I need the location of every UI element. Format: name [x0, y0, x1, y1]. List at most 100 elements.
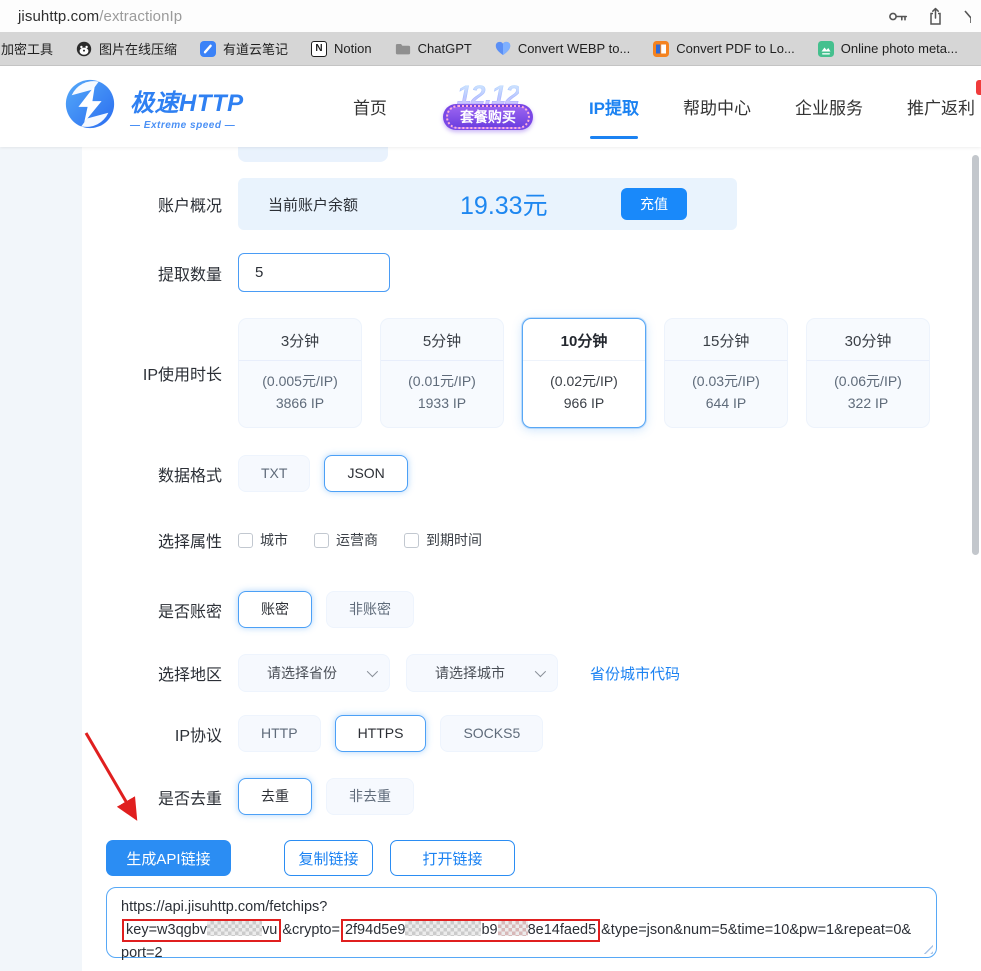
open-link-button[interactable]: 打开链接 [390, 840, 515, 876]
heart-icon [495, 41, 511, 57]
generate-api-link-button[interactable]: 生成API链接 [106, 840, 231, 876]
pixelated-redaction [207, 921, 263, 936]
bookmark-label: Convert PDF to Lo... [676, 41, 795, 56]
quantity-row: 提取数量 [95, 253, 981, 292]
auth-option-no-credentials[interactable]: 非账密 [326, 591, 414, 628]
format-option-json[interactable]: JSON [324, 455, 408, 492]
youdao-note-icon [200, 40, 217, 57]
bookmark-youdao-note[interactable]: 有道云笔记 [200, 39, 288, 58]
format-row: 数据格式 TXT JSON [95, 455, 981, 492]
bookmark-photo-meta[interactable]: Online photo meta... [817, 40, 958, 57]
duration-count: 644 IP [705, 395, 747, 411]
api-url-tail: &type=json&num=5&time=10&pw=1&repeat=0& [601, 922, 912, 938]
bookmark-label: Online photo meta... [840, 41, 958, 56]
protocol-option-http[interactable]: HTTP [238, 715, 321, 752]
protocol-option-socks5[interactable]: SOCKS5 [440, 715, 544, 752]
nav-help-center[interactable]: 帮助中心 [683, 94, 751, 119]
dedup-label: 是否去重 [157, 790, 222, 808]
bookmark-convert-pdf[interactable]: Convert PDF to Lo... [653, 40, 795, 57]
attribute-expiry[interactable]: 到期时间 [404, 530, 482, 550]
nav-referral[interactable]: 推广返利 [907, 94, 975, 119]
pixelated-redaction [497, 921, 528, 936]
duration-price: (0.06元/IP) [834, 373, 902, 389]
api-url-key-prefix: key=w3qgbv [126, 922, 208, 938]
password-key-icon[interactable] [888, 10, 908, 23]
auth-option-credentials[interactable]: 账密 [238, 591, 312, 628]
duration-label: IP使用时长 [142, 367, 222, 384]
duration-price: (0.005元/IP) [262, 373, 338, 389]
dedup-option-yes[interactable]: 去重 [238, 778, 312, 815]
address-bar[interactable]: jisuhttp.com/extractionIp [18, 8, 182, 25]
duration-option-3min[interactable]: 3分钟 (0.005元/IP) 3866 IP [238, 318, 362, 428]
promo-date: 12.12 [456, 80, 521, 110]
folder-icon [395, 41, 411, 57]
api-url-crypto-p1: 2f94d5e9 [344, 922, 406, 938]
checkbox-icon[interactable] [314, 532, 329, 548]
auth-row: 是否账密 账密 非账密 [95, 591, 981, 628]
api-url-line1: https://api.jisuhttp.com/fetchips? [121, 899, 328, 915]
pixelated-redaction [405, 921, 482, 936]
dedup-row: 是否去重 去重 非去重 [95, 778, 981, 815]
actions-row: 生成API链接 复制链接 打开链接 [106, 840, 981, 876]
city-placeholder: 请选择城市 [435, 665, 505, 681]
duration-option-30min[interactable]: 30分钟 (0.06元/IP) 322 IP [806, 318, 930, 428]
divider [665, 360, 787, 361]
pdf-converter-icon [653, 40, 670, 57]
photo-meta-icon [817, 40, 834, 57]
region-label: 选择地区 [157, 667, 222, 684]
duration-count: 1933 IP [417, 395, 467, 411]
url-domain: jisuhttp.com [18, 7, 100, 25]
quantity-label: 提取数量 [157, 266, 222, 284]
duration-count: 3866 IP [275, 395, 325, 411]
site-logo[interactable]: 极速HTTP — Extreme speed — [62, 76, 244, 137]
screen: jisuhttp.com/extractionIp 加密工具 图片在线压缩 有道… [0, 0, 981, 971]
bookmark-chatgpt-folder[interactable]: ChatGPT [395, 41, 472, 57]
nav-enterprise[interactable]: 企业服务 [795, 94, 863, 119]
bookmark-encrypt-tool[interactable]: 加密工具 [1, 39, 53, 58]
chevron-down-icon [534, 665, 547, 678]
redaction-highlight-crypto: 2f94d5e9 b9 8e14faed5 [340, 919, 601, 942]
bookmark-image-compress[interactable]: 图片在线压缩 [76, 39, 177, 58]
duration-name: 10分钟 [560, 333, 608, 350]
duration-row: IP使用时长 3分钟 (0.005元/IP) 3866 IP 5分钟 (0.01… [95, 318, 981, 428]
checkbox-icon[interactable] [404, 532, 419, 548]
promo-12-12-badge[interactable]: 12.12 套餐购买 [431, 80, 545, 130]
attribute-carrier[interactable]: 运营商 [314, 530, 378, 550]
quantity-input[interactable] [238, 253, 390, 292]
browser-url-bar: jisuhttp.com/extractionIp [0, 0, 981, 32]
protocol-option-https[interactable]: HTTPS [334, 715, 427, 752]
bookmark-label: 有道云笔记 [223, 42, 289, 57]
duration-price: (0.03元/IP) [692, 373, 760, 389]
province-city-code-link[interactable]: 省份城市代码 [590, 663, 680, 684]
balance-panel: 当前账户余额 19.33元 充值 [238, 178, 737, 230]
province-placeholder: 请选择省份 [267, 665, 337, 681]
bookmark-notion[interactable]: N Notion [311, 40, 372, 57]
duration-option-10min[interactable]: 10分钟 (0.02元/IP) 966 IP [522, 318, 646, 428]
city-select[interactable]: 请选择城市 [406, 654, 558, 692]
url-path: /extractionIp [99, 7, 183, 25]
duration-option-5min[interactable]: 5分钟 (0.01元/IP) 1933 IP [380, 318, 504, 428]
auth-label: 是否账密 [157, 603, 222, 621]
clipped-toolbar-icon[interactable] [963, 8, 971, 24]
textarea-resize-handle[interactable] [922, 943, 933, 954]
attribute-label: 到期时间 [426, 532, 482, 548]
api-url-key-suffix: vu [262, 922, 278, 938]
copy-link-button[interactable]: 复制链接 [284, 840, 373, 876]
duration-option-15min[interactable]: 15分钟 (0.03元/IP) 644 IP [664, 318, 788, 428]
share-icon[interactable] [928, 7, 943, 26]
dedup-option-no[interactable]: 非去重 [326, 778, 414, 815]
extraction-page: 账户概况 当前账户余额 19.33元 充值 提取数量 IP使用时长 3分钟 [0, 147, 981, 971]
province-select[interactable]: 请选择省份 [238, 654, 390, 692]
api-url-textarea[interactable]: https://api.jisuhttp.com/fetchips? key=w… [106, 887, 937, 961]
checkbox-icon[interactable] [238, 532, 253, 548]
format-option-txt[interactable]: TXT [238, 455, 311, 492]
bookmark-convert-webp[interactable]: Convert WEBP to... [495, 41, 630, 57]
bookmark-label: 加密工具 [1, 42, 54, 57]
divider [807, 360, 929, 361]
bookmark-label: Convert WEBP to... [517, 41, 631, 56]
attribute-city[interactable]: 城市 [238, 530, 288, 550]
nav-home[interactable]: 首页 [353, 94, 387, 119]
recharge-button[interactable]: 充值 [621, 188, 687, 220]
api-url-crypto-p3: 8e14faed5 [527, 922, 597, 938]
nav-ip-extract[interactable]: IP提取 [589, 94, 639, 119]
